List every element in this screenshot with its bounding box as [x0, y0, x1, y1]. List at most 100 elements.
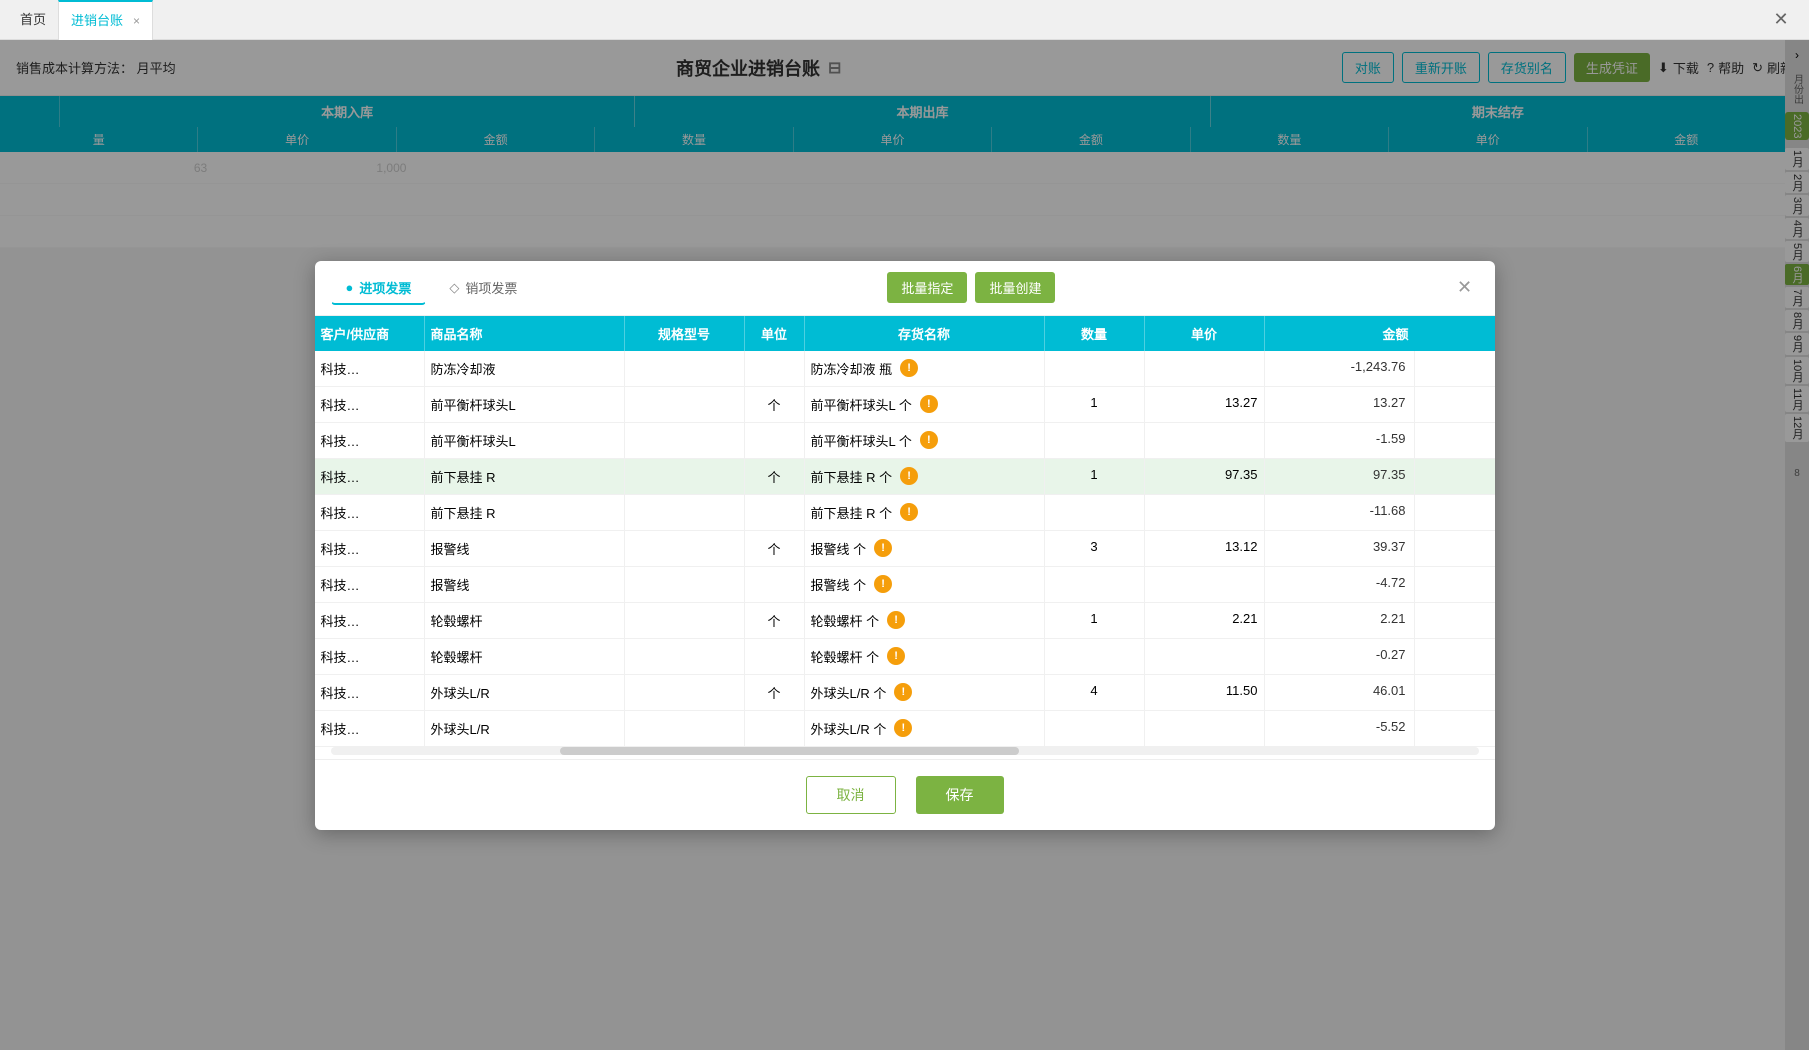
cell-qty: 1 — [1045, 387, 1145, 422]
table-row[interactable]: 科技… 报警线 个 报警线 个! 3 13.12 39.37 — [315, 531, 1495, 567]
tab-sales-invoice[interactable]: ◇ 销项发票 — [434, 271, 532, 304]
warning-icon: ! — [894, 683, 912, 701]
cell-amount: -0.27 — [1265, 639, 1415, 674]
cell-inventory: 防冻冷却液 瓶! — [805, 351, 1045, 386]
cell-company: 科技… — [315, 675, 425, 710]
cell-amount: -5.52 — [1265, 711, 1415, 746]
tab-purchase-invoice[interactable]: ● 进项发票 — [331, 271, 427, 305]
cell-inventory: 轮毂螺杆 个! — [805, 639, 1045, 674]
cell-product: 报警线 — [425, 531, 625, 566]
btn-save[interactable]: 保存 — [916, 776, 1004, 814]
cell-price — [1145, 711, 1265, 746]
cell-company: 科技… — [315, 387, 425, 422]
cell-product: 防冻冷却液 — [425, 351, 625, 386]
top-bar: 首页 进销台账 × ✕ — [0, 0, 1809, 40]
cell-unit — [745, 711, 805, 746]
cell-unit — [745, 351, 805, 386]
bg-page: 销售成本计算方法： 月平均 商贸企业进销台账 ⊟ 对账 重新开账 存货别名 生成… — [0, 40, 1809, 1050]
cell-unit: 个 — [745, 459, 805, 494]
cell-price — [1145, 639, 1265, 674]
tab-close-icon[interactable]: × — [133, 1, 140, 41]
table-row[interactable]: 科技… 外球头L/R 个 外球头L/R 个! 4 11.50 46.01 — [315, 675, 1495, 711]
cell-qty — [1045, 351, 1145, 386]
cell-spec — [625, 495, 745, 530]
table-row[interactable]: 科技… 外球头L/R 外球头L/R 个! -5.52 — [315, 711, 1495, 747]
modal-table: 客户/供应商 商品名称 规格型号 单位 存货名称 数量 单价 金额 科技… 防冻… — [315, 316, 1495, 747]
btn-cancel[interactable]: 取消 — [806, 776, 896, 814]
cell-spec — [625, 351, 745, 386]
cell-amount: 2.21 — [1265, 603, 1415, 638]
warning-icon: ! — [874, 539, 892, 557]
cell-qty: 1 — [1045, 459, 1145, 494]
cell-amount: -4.72 — [1265, 567, 1415, 602]
cell-unit — [745, 567, 805, 602]
cell-spec — [625, 531, 745, 566]
cell-product: 外球头L/R — [425, 675, 625, 710]
cell-price — [1145, 423, 1265, 458]
cell-spec — [625, 459, 745, 494]
header-qty: 数量 — [1045, 316, 1145, 351]
cell-qty — [1045, 639, 1145, 674]
cell-inventory: 前下悬挂 R 个! — [805, 495, 1045, 530]
modal-close-button[interactable]: ✕ — [1450, 274, 1478, 302]
cell-company: 科技… — [315, 639, 425, 674]
sales-invoice-icon: ◇ — [449, 280, 459, 296]
cell-amount: 97.35 — [1265, 459, 1415, 494]
cell-company: 科技… — [315, 459, 425, 494]
table-row[interactable]: 科技… 前下悬挂 R 前下悬挂 R 个! -11.68 — [315, 495, 1495, 531]
cell-price: 97.35 — [1145, 459, 1265, 494]
cell-price: 2.21 — [1145, 603, 1265, 638]
tab-home[interactable]: 首页 — [8, 0, 58, 40]
warning-icon: ! — [887, 647, 905, 665]
header-product: 商品名称 — [425, 316, 625, 351]
main-area: 销售成本计算方法： 月平均 商贸企业进销台账 ⊟ 对账 重新开账 存货别名 生成… — [0, 40, 1809, 1050]
modal-table-body: 科技… 防冻冷却液 防冻冷却液 瓶! -1,243.76 科技… 前平衡杆球头L… — [315, 351, 1495, 747]
cell-unit: 个 — [745, 387, 805, 422]
cell-price: 11.50 — [1145, 675, 1265, 710]
cell-product: 前下悬挂 R — [425, 495, 625, 530]
cell-spec — [625, 603, 745, 638]
modal-dialog: ● 进项发票 ◇ 销项发票 批量指定 批量创建 ✕ — [315, 261, 1495, 830]
horizontal-scrollbar[interactable] — [331, 747, 1479, 755]
header-price: 单价 — [1145, 316, 1265, 351]
cell-product: 报警线 — [425, 567, 625, 602]
btn-batch-assign[interactable]: 批量指定 — [887, 272, 967, 303]
table-row[interactable]: 科技… 报警线 报警线 个! -4.72 — [315, 567, 1495, 603]
cell-amount: 46.01 — [1265, 675, 1415, 710]
table-row[interactable]: 科技… 轮毂螺杆 轮毂螺杆 个! -0.27 — [315, 639, 1495, 675]
cell-unit: 个 — [745, 675, 805, 710]
modal-table-header: 客户/供应商 商品名称 规格型号 单位 存货名称 数量 单价 金额 — [315, 316, 1495, 351]
cell-amount: 13.27 — [1265, 387, 1415, 422]
window-close-button[interactable]: ✕ — [1761, 0, 1801, 40]
cell-price: 13.12 — [1145, 531, 1265, 566]
modal-header: ● 进项发票 ◇ 销项发票 批量指定 批量创建 ✕ — [315, 261, 1495, 316]
warning-icon: ! — [920, 395, 938, 413]
btn-batch-create[interactable]: 批量创建 — [975, 272, 1055, 303]
modal-overlay: ● 进项发票 ◇ 销项发票 批量指定 批量创建 ✕ — [0, 40, 1809, 1050]
cell-product: 外球头L/R — [425, 711, 625, 746]
cell-company: 科技… — [315, 351, 425, 386]
cell-inventory: 外球头L/R 个! — [805, 675, 1045, 710]
header-unit: 单位 — [745, 316, 805, 351]
scrollbar-thumb[interactable] — [560, 747, 1019, 755]
cell-price — [1145, 567, 1265, 602]
cell-company: 科技… — [315, 711, 425, 746]
cell-company: 科技… — [315, 423, 425, 458]
cell-qty — [1045, 495, 1145, 530]
cell-spec — [625, 639, 745, 674]
warning-icon: ! — [900, 467, 918, 485]
table-row[interactable]: 科技… 前下悬挂 R 个 前下悬挂 R 个! 1 97.35 97.35 — [315, 459, 1495, 495]
table-row[interactable]: 科技… 轮毂螺杆 个 轮毂螺杆 个! 1 2.21 2.21 — [315, 603, 1495, 639]
warning-icon: ! — [874, 575, 892, 593]
cell-spec — [625, 567, 745, 602]
table-row[interactable]: 科技… 前平衡杆球头L 前平衡杆球头L 个! -1.59 — [315, 423, 1495, 459]
cell-price — [1145, 351, 1265, 386]
warning-icon: ! — [900, 359, 918, 377]
table-row[interactable]: 科技… 防冻冷却液 防冻冷却液 瓶! -1,243.76 — [315, 351, 1495, 387]
header-company: 客户/供应商 — [315, 316, 425, 351]
cell-amount: -1.59 — [1265, 423, 1415, 458]
cell-qty: 4 — [1045, 675, 1145, 710]
tab-current[interactable]: 进销台账 × — [58, 0, 153, 40]
cell-qty — [1045, 423, 1145, 458]
table-row[interactable]: 科技… 前平衡杆球头L 个 前平衡杆球头L 个! 1 13.27 13.27 — [315, 387, 1495, 423]
